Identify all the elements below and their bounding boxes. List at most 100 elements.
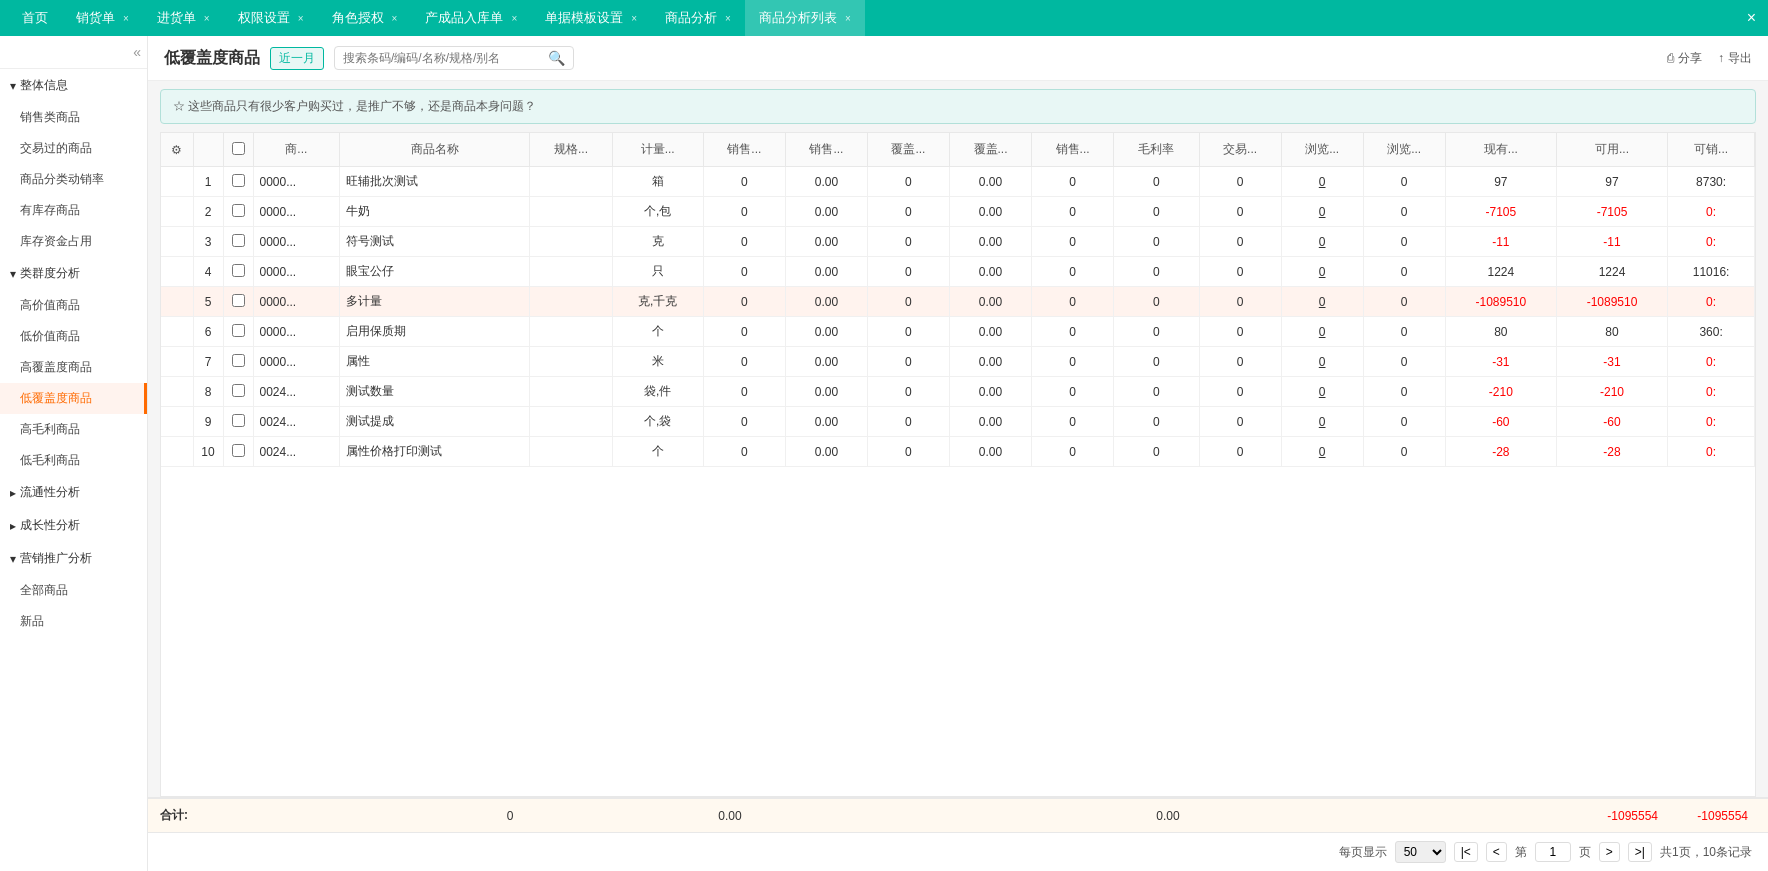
col-gross-margin[interactable]: 毛利率 [1114,133,1200,167]
row-select-checkbox[interactable] [232,384,245,397]
share-button[interactable]: ⎙ 分享 [1667,50,1702,67]
col-checkbox[interactable] [223,133,253,167]
col-name[interactable]: 商品名称 [340,133,530,167]
select-all-checkbox[interactable] [232,142,245,155]
row-browse1[interactable]: 0 [1281,347,1363,377]
nav-tab-sales[interactable]: 销货单 × [62,0,143,36]
sidebar-section-cluster[interactable]: ▾ 类群度分析 [0,257,147,290]
nav-tab-template-close[interactable]: × [631,13,637,24]
search-input[interactable] [343,51,544,65]
row-select-checkbox[interactable] [232,264,245,277]
page-input[interactable] [1535,842,1571,862]
col-transaction[interactable]: 交易... [1199,133,1281,167]
col-browse1[interactable]: 浏览... [1281,133,1363,167]
time-filter-button[interactable]: 近一月 [270,47,324,70]
nav-tab-purchase[interactable]: 进货单 × [143,0,224,36]
last-page-button[interactable]: >| [1628,842,1652,862]
row-checkbox[interactable] [223,377,253,407]
nav-tab-product-close[interactable]: × [511,13,517,24]
row-select-checkbox[interactable] [232,294,245,307]
row-code: 0000... [253,227,340,257]
row-select-checkbox[interactable] [232,234,245,247]
col-browse2[interactable]: 浏览... [1363,133,1445,167]
sidebar-section-growth[interactable]: ▸ 成长性分析 [0,509,147,542]
sidebar-item-low-value[interactable]: 低价值商品 [0,321,147,352]
nav-tab-analysis-close[interactable]: × [725,13,731,24]
sidebar-section-overall[interactable]: ▾ 整体信息 [0,69,147,102]
row-browse1[interactable]: 0 [1281,287,1363,317]
col-settings[interactable]: ⚙ [161,133,193,167]
sidebar-section-flow[interactable]: ▸ 流通性分析 [0,476,147,509]
col-current-stock[interactable]: 现有... [1445,133,1556,167]
per-page-select[interactable]: 50 20 100 [1395,841,1446,863]
nav-tab-role[interactable]: 角色授权 × [318,0,412,36]
row-select-checkbox[interactable] [232,204,245,217]
row-select-checkbox[interactable] [232,354,245,367]
sidebar-item-new-goods[interactable]: 新品 [0,606,147,637]
row-browse1[interactable]: 0 [1281,227,1363,257]
nav-tab-template[interactable]: 单据模板设置 × [531,0,651,36]
nav-tab-purchase-close[interactable]: × [204,13,210,24]
col-sales-qty[interactable]: 销售... [703,133,785,167]
row-select-checkbox[interactable] [232,324,245,337]
sidebar-item-category-rate[interactable]: 商品分类动销率 [0,164,147,195]
nav-tab-role-close[interactable]: × [392,13,398,24]
export-button[interactable]: ↑ 导出 [1718,50,1752,67]
row-checkbox[interactable] [223,227,253,257]
nav-tab-permission-close[interactable]: × [298,13,304,24]
nav-tab-permission[interactable]: 权限设置 × [224,0,318,36]
row-checkbox[interactable] [223,347,253,377]
col-sales3[interactable]: 销售... [1032,133,1114,167]
row-checkbox[interactable] [223,167,253,197]
col-available-stock[interactable]: 可用... [1556,133,1667,167]
row-select-checkbox[interactable] [232,444,245,457]
row-browse1[interactable]: 0 [1281,197,1363,227]
col-unit[interactable]: 计量... [612,133,703,167]
nav-tab-analysis-list-close[interactable]: × [845,13,851,24]
col-coverage1[interactable]: 覆盖... [867,133,949,167]
row-checkbox[interactable] [223,407,253,437]
col-code[interactable]: 商... [253,133,340,167]
nav-tab-analysis-list[interactable]: 商品分析列表 × [745,0,865,36]
row-browse1[interactable]: 0 [1281,377,1363,407]
nav-tab-sales-close[interactable]: × [123,13,129,24]
sidebar-item-low-coverage[interactable]: 低覆盖度商品 [0,383,147,414]
nav-tab-product[interactable]: 产成品入库单 × [411,0,531,36]
row-browse1[interactable]: 0 [1281,317,1363,347]
sidebar-item-sales-goods[interactable]: 销售类商品 [0,102,147,133]
row-checkbox[interactable] [223,287,253,317]
col-spec[interactable]: 规格... [530,133,612,167]
sidebar-item-high-coverage[interactable]: 高覆盖度商品 [0,352,147,383]
row-checkbox[interactable] [223,197,253,227]
row-browse1[interactable]: 0 [1281,407,1363,437]
row-checkbox[interactable] [223,257,253,287]
row-select-checkbox[interactable] [232,174,245,187]
close-all-tabs-button[interactable]: × [1747,9,1756,27]
nav-tab-home[interactable]: 首页 [8,0,62,36]
next-page-button[interactable]: > [1599,842,1620,862]
col-sales-amt[interactable]: 销售... [785,133,867,167]
row-browse1[interactable]: 0 [1281,167,1363,197]
row-transaction: 0 [1199,377,1281,407]
nav-tab-analysis[interactable]: 商品分析 × [651,0,745,36]
col-saleable[interactable]: 可销... [1668,133,1755,167]
sidebar-item-all-goods[interactable]: 全部商品 [0,575,147,606]
settings-icon[interactable]: ⚙ [171,143,182,157]
prev-page-button[interactable]: < [1486,842,1507,862]
sidebar-item-high-value[interactable]: 高价值商品 [0,290,147,321]
search-icon[interactable]: 🔍 [548,50,565,66]
sidebar-collapse-button[interactable]: « [0,36,147,69]
row-select-checkbox[interactable] [232,414,245,427]
sidebar-section-marketing[interactable]: ▾ 营销推广分析 [0,542,147,575]
row-checkbox[interactable] [223,317,253,347]
row-checkbox[interactable] [223,437,253,467]
sidebar-item-high-margin[interactable]: 高毛利商品 [0,414,147,445]
first-page-button[interactable]: |< [1454,842,1478,862]
sidebar-item-stock-fund[interactable]: 库存资金占用 [0,226,147,257]
sidebar-item-traded-goods[interactable]: 交易过的商品 [0,133,147,164]
row-browse1[interactable]: 0 [1281,437,1363,467]
sidebar-item-in-stock[interactable]: 有库存商品 [0,195,147,226]
sidebar-item-low-margin[interactable]: 低毛利商品 [0,445,147,476]
row-browse1[interactable]: 0 [1281,257,1363,287]
col-coverage2[interactable]: 覆盖... [949,133,1031,167]
